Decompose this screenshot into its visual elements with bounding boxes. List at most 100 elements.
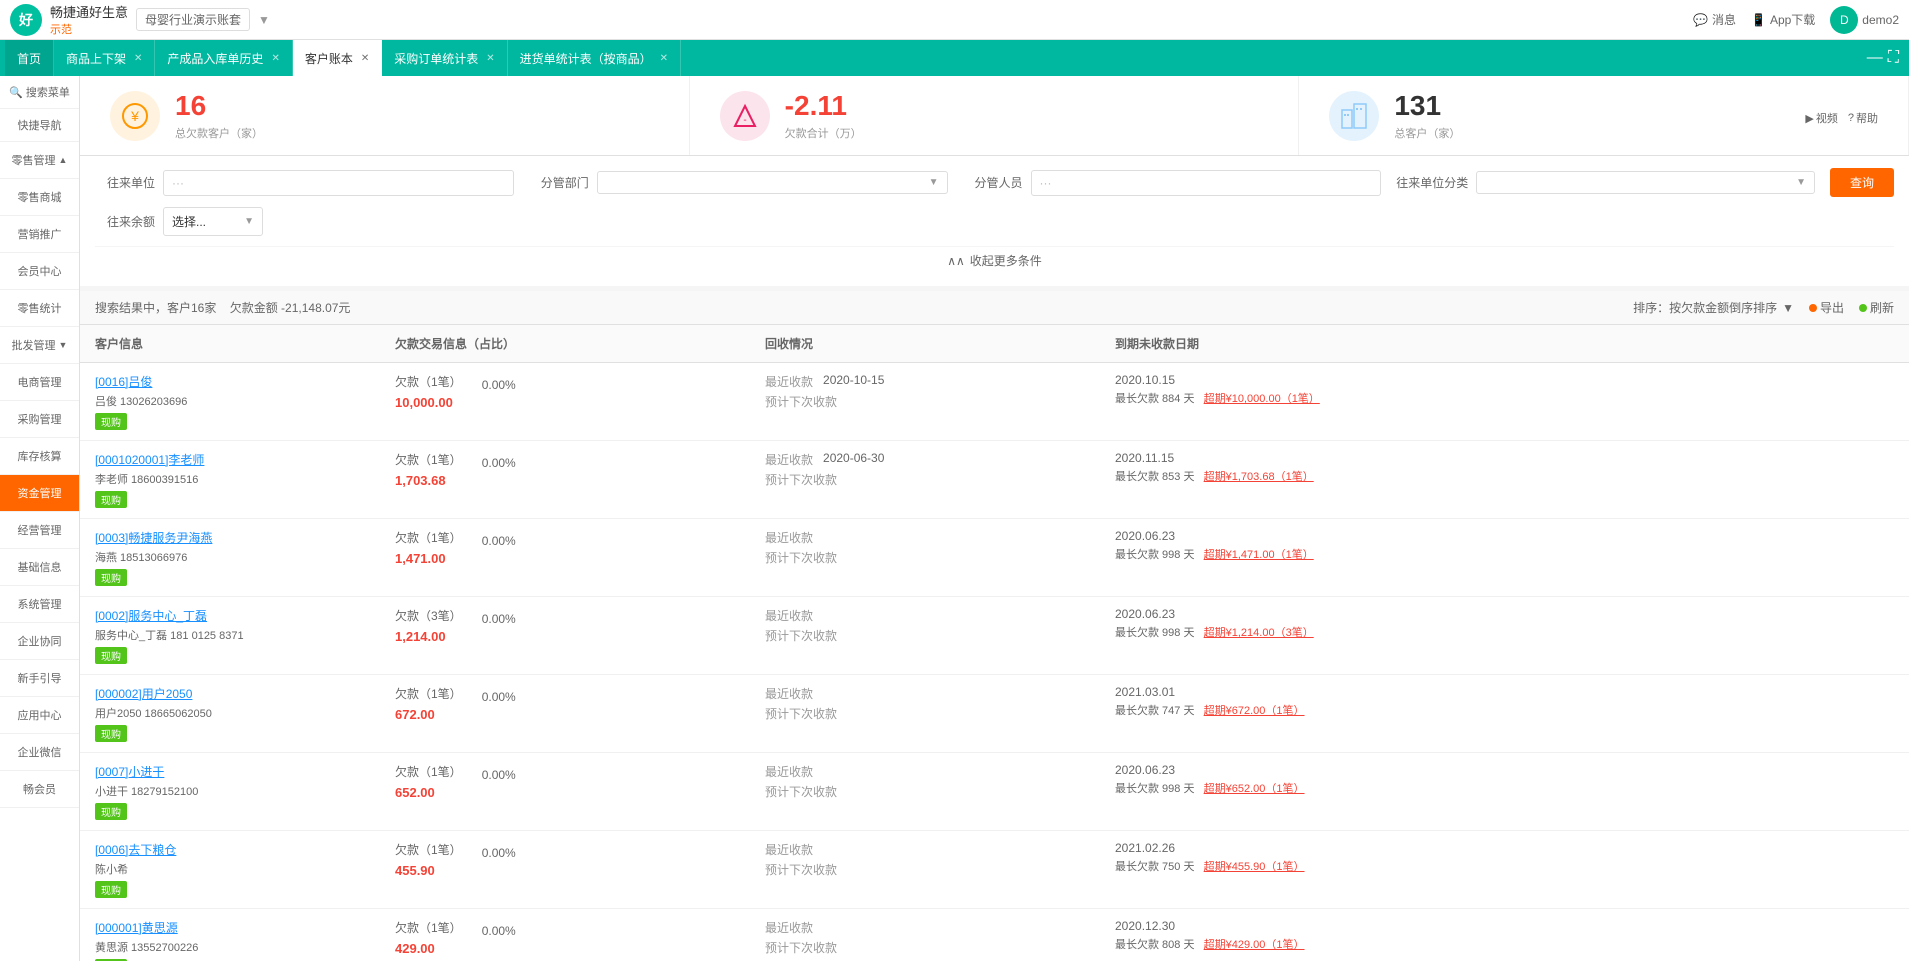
svg-text:¥: ¥ <box>130 108 139 124</box>
customer-info-0: [0016]吕俊 吕俊 13026203696 现购 <box>95 373 395 430</box>
table-row: [0006]去下粮仓 陈小希 现购 欠款（1笔） 455.90 0.00% 最近… <box>80 831 1909 909</box>
sidebar-item-ecommerce[interactable]: 电商管理 <box>0 364 79 401</box>
messages-btn[interactable]: 💬 消息 <box>1693 11 1736 28</box>
sidebar-item-inventory[interactable]: 库存核算 <box>0 438 79 475</box>
debt-amount-0[interactable]: 10,000.00 <box>395 395 462 410</box>
tab-production[interactable]: 产成品入库单历史 ✕ <box>155 40 292 76</box>
sidebar-search[interactable]: 🔍 搜索菜单 <box>0 76 79 109</box>
debt-percent-6: 0.00% <box>482 841 516 860</box>
sidebar-item-beginner[interactable]: 新手引导 <box>0 660 79 697</box>
customer-name-0[interactable]: [0016]吕俊 <box>95 373 395 390</box>
minimize-btn[interactable]: — <box>1867 49 1883 67</box>
sidebar-item-business[interactable]: 经营管理 <box>0 512 79 549</box>
overdue-link-6[interactable]: 超期¥455.90（1笔） <box>1204 861 1305 873</box>
sidebar-item-procurement[interactable]: 采购管理 <box>0 401 79 438</box>
sidebar-item-retail-management[interactable]: 零售管理 ▲ <box>0 142 79 179</box>
tab-products[interactable]: 商品上下架 ✕ <box>54 40 155 76</box>
overdue-link-7[interactable]: 超期¥429.00（1笔） <box>1204 939 1305 951</box>
customer-name-2[interactable]: [0003]畅捷服务尹海燕 <box>95 529 395 546</box>
sidebar-item-membership[interactable]: 会员中心 <box>0 253 79 290</box>
company-dropdown-arrow[interactable]: ▼ <box>258 13 270 27</box>
debt-amount-6[interactable]: 455.90 <box>395 863 462 878</box>
sidebar-item-basic-info[interactable]: 基础信息 <box>0 549 79 586</box>
filter-balance-select[interactable]: 选择... ▼ <box>163 207 263 236</box>
tab-products-close[interactable]: ✕ <box>134 53 142 64</box>
tab-purchase-order-close[interactable]: ✕ <box>486 53 494 64</box>
sidebar-item-marketing[interactable]: 营销推广 <box>0 216 79 253</box>
top-right: 💬 消息 📱 App下载 D demo2 <box>1693 6 1899 34</box>
tab-purchase-order[interactable]: 采购订单统计表 ✕ <box>382 40 507 76</box>
customer-name-4[interactable]: [000002]用户2050 <box>95 685 395 702</box>
customer-name-3[interactable]: [0002]服务中心_丁磊 <box>95 607 395 624</box>
stat-label-total-customers: 总客户（家） <box>1394 125 1460 141</box>
app-download-btn[interactable]: 📱 App下载 <box>1751 11 1815 28</box>
overdue-link-2[interactable]: 超期¥1,471.00（1笔） <box>1204 549 1314 561</box>
sidebar-item-enterprise-collab[interactable]: 企业协同 <box>0 623 79 660</box>
sidebar-label-business: 经营管理 <box>18 522 62 538</box>
debt-info-5: 欠款（1笔） 652.00 0.00% <box>395 763 765 800</box>
overdue-info-6: 2021.02.26 最长欠款 750 天 超期¥455.90（1笔） <box>1115 841 1894 874</box>
customer-name-7[interactable]: [000001]黄思源 <box>95 919 395 936</box>
table-row: [0016]吕俊 吕俊 13026203696 现购 欠款（1笔） 10,000… <box>80 363 1909 441</box>
help-btn[interactable]: ? 帮助 <box>1848 110 1878 126</box>
filter-supplier-input[interactable]: ··· <box>163 170 514 196</box>
sort-selector[interactable]: 排序：按欠款金额倒序排序 ▼ <box>1633 299 1794 316</box>
debt-amount-3[interactable]: 1,214.00 <box>395 629 462 644</box>
filter-row-2: 往来余额 选择... ▼ <box>95 207 1894 236</box>
debt-amount-2[interactable]: 1,471.00 <box>395 551 462 566</box>
overdue-link-5[interactable]: 超期¥652.00（1笔） <box>1204 783 1305 795</box>
tab-customer-ledger[interactable]: 客户账本 ✕ <box>293 40 382 76</box>
filter-category-select[interactable]: ▼ <box>1476 171 1815 194</box>
tab-production-close[interactable]: ✕ <box>271 53 279 64</box>
stat-customers-owing: ¥ 16 总欠款客户（家） <box>80 76 690 155</box>
sidebar-item-finance[interactable]: 资金管理 <box>0 475 79 512</box>
chevron-icon: ▲ <box>59 155 68 165</box>
sidebar-quick-nav[interactable]: 快捷导航 <box>0 109 79 142</box>
filter-dept-select[interactable]: ▼ <box>597 171 948 194</box>
sidebar-item-wechat[interactable]: 企业微信 <box>0 734 79 771</box>
overdue-link-3[interactable]: 超期¥1,214.00（3笔） <box>1204 627 1314 639</box>
debt-amount-7[interactable]: 429.00 <box>395 941 462 956</box>
stat-label-customers-owing: 总欠款客户（家） <box>175 125 263 141</box>
sidebar-item-app-center[interactable]: 应用中心 <box>0 697 79 734</box>
tab-customer-ledger-close[interactable]: ✕ <box>361 53 369 64</box>
filter-person-input[interactable]: ··· <box>1031 170 1382 196</box>
overdue-link-1[interactable]: 超期¥1,703.68（1笔） <box>1204 471 1314 483</box>
collapse-filter-btn[interactable]: ∧∧ 收起更多条件 <box>95 246 1894 274</box>
sidebar-label-enterprise-collab: 企业协同 <box>18 633 62 649</box>
tab-stock-stats-close[interactable]: ✕ <box>660 53 668 64</box>
customer-info-5: [0007]小进干 小进干 18279152100 现购 <box>95 763 395 820</box>
filter-balance-label: 往来余额 <box>95 213 155 230</box>
customer-info-2: [0003]畅捷服务尹海燕 海燕 18513066976 现购 <box>95 529 395 586</box>
sidebar-item-wholesale[interactable]: 批发管理 ▼ <box>0 327 79 364</box>
company-selector[interactable]: 母婴行业演示账套 <box>136 8 250 31</box>
user-avatar-area[interactable]: D demo2 <box>1830 6 1899 34</box>
export-btn[interactable]: 导出 <box>1809 299 1844 316</box>
overdue-date-2: 2020.06.23 <box>1115 529 1894 543</box>
customer-name-5[interactable]: [0007]小进干 <box>95 763 395 780</box>
sidebar-item-system[interactable]: 系统管理 <box>0 586 79 623</box>
debt-amount-1[interactable]: 1,703.68 <box>395 473 462 488</box>
debt-amount-4[interactable]: 672.00 <box>395 707 462 722</box>
overdue-date-7: 2020.12.30 <box>1115 919 1894 933</box>
overdue-link-0[interactable]: 超期¥10,000.00（1笔） <box>1204 393 1320 405</box>
return-row-last-0: 最近收款 2020-10-15 <box>765 373 1115 390</box>
refresh-btn[interactable]: 刷新 <box>1859 299 1894 316</box>
debt-info-3: 欠款（3笔） 1,214.00 0.00% <box>395 607 765 644</box>
sidebar-label-member: 畅会员 <box>23 781 56 797</box>
customer-name-6[interactable]: [0006]去下粮仓 <box>95 841 395 858</box>
customer-name-1[interactable]: [0001020001]李老师 <box>95 451 395 468</box>
sidebar-item-retail-mall[interactable]: 零售商城 <box>0 179 79 216</box>
sidebar-item-member[interactable]: 畅会员 <box>0 771 79 808</box>
nav-tabs: 首页 商品上下架 ✕ 产成品入库单历史 ✕ 客户账本 ✕ 采购订单统计表 ✕ 进… <box>0 40 1909 76</box>
customer-phone-1: 李老师 18600391516 <box>95 471 395 487</box>
overdue-link-4[interactable]: 超期¥672.00（1笔） <box>1204 705 1305 717</box>
sidebar-item-retail-stats[interactable]: 零售统计 <box>0 290 79 327</box>
debt-amount-5[interactable]: 652.00 <box>395 785 462 800</box>
tab-home[interactable]: 首页 <box>5 40 54 76</box>
maximize-btn[interactable]: ⛶ <box>1888 49 1899 67</box>
tab-stock-stats[interactable]: 进货单统计表（按商品） ✕ <box>508 40 681 76</box>
return-info-1: 最近收款 2020-06-30 预计下次收款 <box>765 451 1115 491</box>
video-btn[interactable]: ▶ 视频 <box>1805 110 1837 126</box>
search-button[interactable]: 查询 <box>1830 168 1894 197</box>
